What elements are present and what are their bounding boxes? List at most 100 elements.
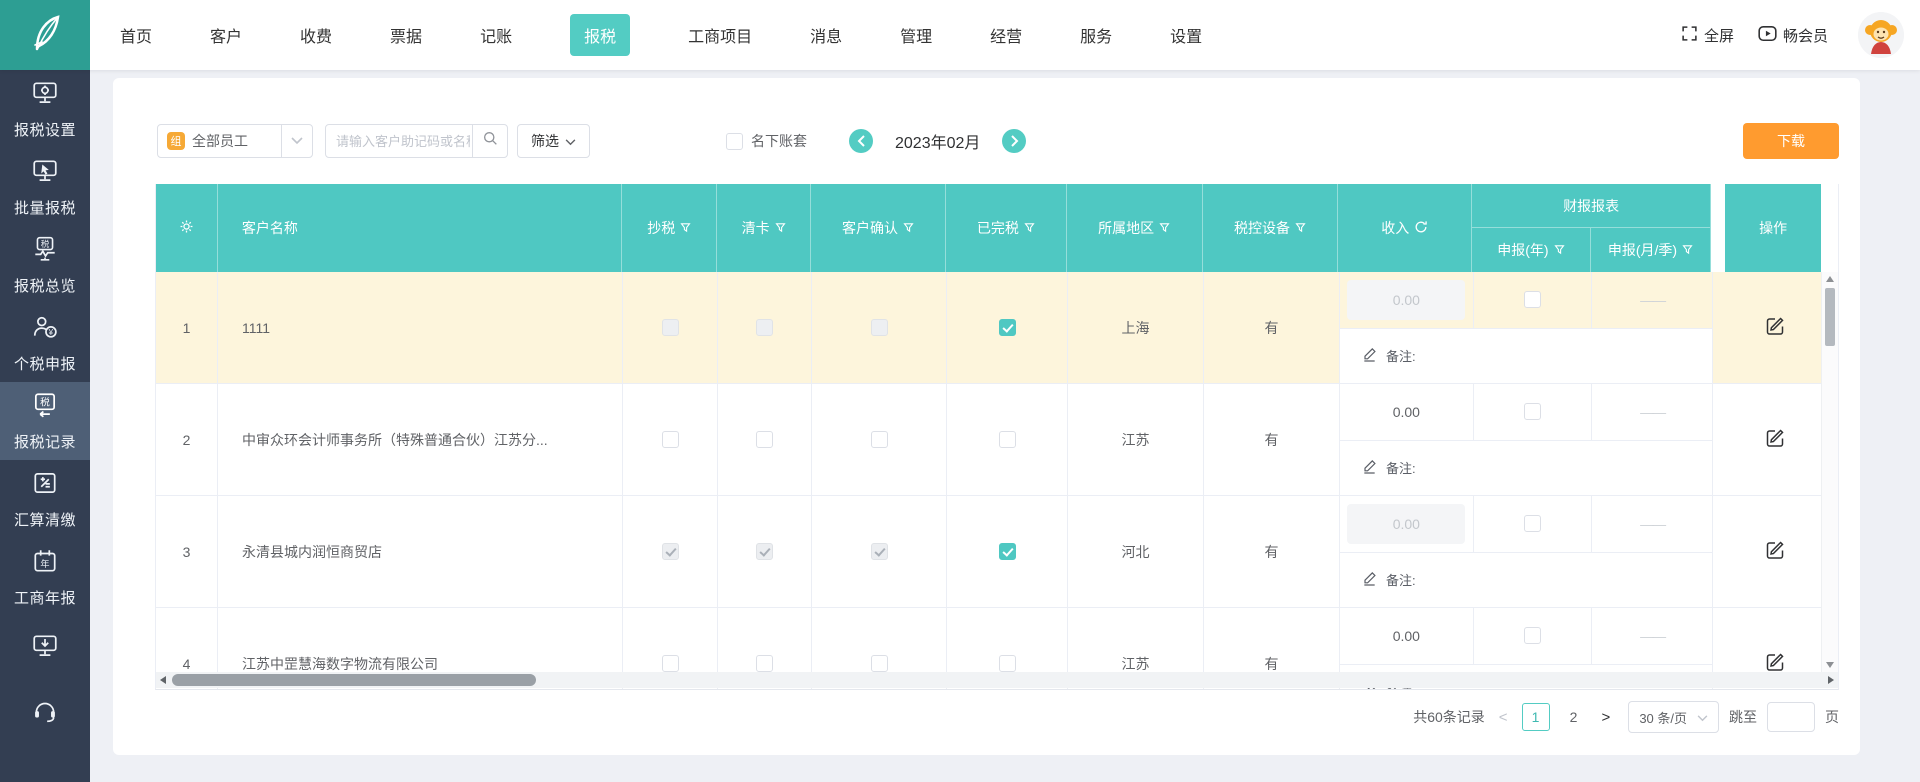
income-cell: 0.00 bbox=[1340, 384, 1474, 440]
nav-item-5[interactable]: 报税 bbox=[570, 14, 631, 56]
sidebar-item-support[interactable] bbox=[0, 680, 90, 744]
prev-page-button[interactable]: < bbox=[1495, 709, 1512, 726]
clear-card-checkbox[interactable] bbox=[756, 431, 773, 448]
scroll-right-arrow[interactable] bbox=[1828, 676, 1834, 684]
sidebar-item-final-settlement[interactable]: 汇算清缴 bbox=[0, 460, 90, 538]
customer-confirm-checkbox[interactable] bbox=[870, 655, 888, 672]
nav-item-6[interactable]: 工商项目 bbox=[688, 23, 752, 47]
customer-confirm-checkbox[interactable] bbox=[870, 431, 888, 448]
copy-tax-checkbox[interactable] bbox=[661, 655, 679, 672]
fullscreen-button[interactable]: 全屏 bbox=[1681, 25, 1734, 46]
header-clear-card[interactable]: 清卡 bbox=[717, 184, 812, 272]
clear-card-checkbox[interactable] bbox=[756, 319, 773, 336]
download-button[interactable]: 下载 bbox=[1743, 123, 1839, 159]
filter-funnel-icon[interactable] bbox=[1553, 242, 1565, 258]
previous-month-button[interactable] bbox=[849, 129, 873, 153]
nav-item-2[interactable]: 收费 bbox=[300, 23, 332, 47]
sidebar-item-tax-settings[interactable]: 报税设置 bbox=[0, 70, 90, 148]
tax-paid-checkbox[interactable] bbox=[998, 543, 1016, 560]
annual-report-checkbox[interactable] bbox=[1523, 515, 1541, 533]
scroll-down-arrow[interactable] bbox=[1826, 662, 1834, 668]
nav-item-10[interactable]: 服务 bbox=[1080, 23, 1112, 47]
header-tax-device[interactable]: 税控设备 bbox=[1203, 184, 1339, 272]
next-month-button[interactable] bbox=[1002, 129, 1027, 153]
page-button-1[interactable]: 1 bbox=[1521, 703, 1550, 731]
clear-card-checkbox[interactable] bbox=[756, 655, 773, 672]
header-tax-paid[interactable]: 已完税 bbox=[946, 184, 1067, 272]
nav-item-3[interactable]: 票据 bbox=[390, 23, 422, 47]
vertical-scrollbar[interactable] bbox=[1821, 272, 1838, 672]
edit-record-button[interactable] bbox=[1763, 426, 1787, 453]
annual-report-checkbox[interactable] bbox=[1523, 291, 1541, 309]
tax-paid-checkbox[interactable] bbox=[998, 319, 1016, 336]
employee-dropdown-toggle[interactable] bbox=[281, 125, 312, 157]
sidebar-item-tax-records[interactable]: 税 报税记录 bbox=[0, 382, 90, 460]
sidebar-item-personal-tax[interactable]: ¥ 个税申报 bbox=[0, 304, 90, 382]
search-button[interactable] bbox=[472, 125, 507, 157]
page-size-select[interactable]: 30 条/页 bbox=[1628, 701, 1719, 733]
customer-confirm-checkbox[interactable] bbox=[870, 319, 888, 336]
refresh-icon[interactable] bbox=[1414, 220, 1428, 237]
header-income[interactable]: 收入 bbox=[1338, 184, 1473, 272]
filter-funnel-icon[interactable] bbox=[903, 220, 914, 236]
tax-paid-checkbox[interactable] bbox=[998, 655, 1016, 672]
jump-to-page-input[interactable] bbox=[1767, 702, 1815, 732]
header-region[interactable]: 所属地区 bbox=[1067, 184, 1203, 272]
sidebar-item-annual-report[interactable]: 年 工商年报 bbox=[0, 538, 90, 616]
next-page-button[interactable]: > bbox=[1598, 709, 1615, 726]
remark-row[interactable]: 备注: bbox=[1340, 551, 1712, 607]
copy-tax-checkbox[interactable] bbox=[661, 431, 679, 448]
nav-item-7[interactable]: 消息 bbox=[810, 23, 842, 47]
own-accounts-toggle[interactable]: 名下账套 bbox=[726, 131, 807, 151]
sidebar-item-download[interactable] bbox=[0, 616, 90, 680]
employee-dropdown[interactable]: 组 全部员工 bbox=[157, 124, 313, 158]
sidebar-item-batch-tax[interactable]: 批量报税 bbox=[0, 148, 90, 226]
nav-item-9[interactable]: 经营 bbox=[990, 23, 1022, 47]
tax-paid-checkbox[interactable] bbox=[998, 431, 1016, 448]
column-settings-button[interactable] bbox=[156, 184, 218, 272]
sidebar-item-tax-overview[interactable]: 税 报税总览 bbox=[0, 226, 90, 304]
filter-funnel-icon[interactable] bbox=[680, 220, 691, 236]
nav-item-4[interactable]: 记账 bbox=[480, 23, 512, 47]
clear-card-checkbox[interactable] bbox=[756, 543, 773, 560]
filter-funnel-icon[interactable] bbox=[1295, 220, 1306, 236]
annual-report-checkbox[interactable] bbox=[1523, 627, 1541, 645]
copy-tax-checkbox[interactable] bbox=[661, 319, 679, 336]
remark-row[interactable]: 备注: bbox=[1340, 439, 1712, 495]
scroll-up-arrow[interactable] bbox=[1826, 276, 1834, 282]
member-button[interactable]: 畅会员 bbox=[1758, 25, 1828, 46]
customer-search bbox=[325, 124, 508, 158]
customer-confirm-checkbox[interactable] bbox=[870, 543, 888, 560]
nav-item-8[interactable]: 管理 bbox=[900, 23, 932, 47]
monthly-report-dash: —— bbox=[1640, 627, 1666, 644]
vertical-scrollbar-thumb[interactable] bbox=[1825, 288, 1835, 346]
page-button-2[interactable]: 2 bbox=[1560, 703, 1588, 731]
header-annual-report[interactable]: 申报(年) bbox=[1472, 228, 1591, 272]
user-avatar[interactable] bbox=[1858, 12, 1904, 58]
filter-funnel-icon[interactable] bbox=[1682, 242, 1693, 258]
filter-funnel-icon[interactable] bbox=[1024, 220, 1035, 236]
nav-item-0[interactable]: 首页 bbox=[120, 23, 152, 47]
filter-funnel-icon[interactable] bbox=[1159, 220, 1170, 236]
header-monthly-report[interactable]: 申报(月/季) bbox=[1591, 228, 1711, 272]
nav-item-1[interactable]: 客户 bbox=[210, 23, 242, 47]
header-customer-confirm[interactable]: 客户确认 bbox=[811, 184, 946, 272]
filter-funnel-icon[interactable] bbox=[775, 220, 786, 236]
search-input[interactable] bbox=[326, 132, 472, 150]
filter-button[interactable]: 筛选 bbox=[517, 124, 590, 158]
scroll-left-arrow[interactable] bbox=[160, 676, 166, 684]
horizontal-scrollbar[interactable] bbox=[156, 672, 1838, 688]
horizontal-scrollbar-thumb[interactable] bbox=[172, 674, 536, 686]
remark-row[interactable]: 备注: bbox=[1340, 327, 1712, 383]
edit-record-button[interactable] bbox=[1763, 314, 1787, 341]
copy-tax-checkbox[interactable] bbox=[661, 543, 679, 560]
svg-text:税: 税 bbox=[41, 237, 50, 248]
header-copy-tax[interactable]: 抄税 bbox=[622, 184, 718, 272]
edit-record-button[interactable] bbox=[1763, 538, 1787, 565]
income-input-disabled: 0.00 bbox=[1347, 503, 1466, 544]
own-accounts-checkbox[interactable] bbox=[726, 132, 743, 150]
nav-item-11[interactable]: 设置 bbox=[1170, 23, 1202, 47]
app-logo[interactable] bbox=[0, 0, 90, 70]
annual-report-checkbox[interactable] bbox=[1523, 403, 1541, 421]
copy-tax-checkbox-cell bbox=[623, 272, 718, 383]
